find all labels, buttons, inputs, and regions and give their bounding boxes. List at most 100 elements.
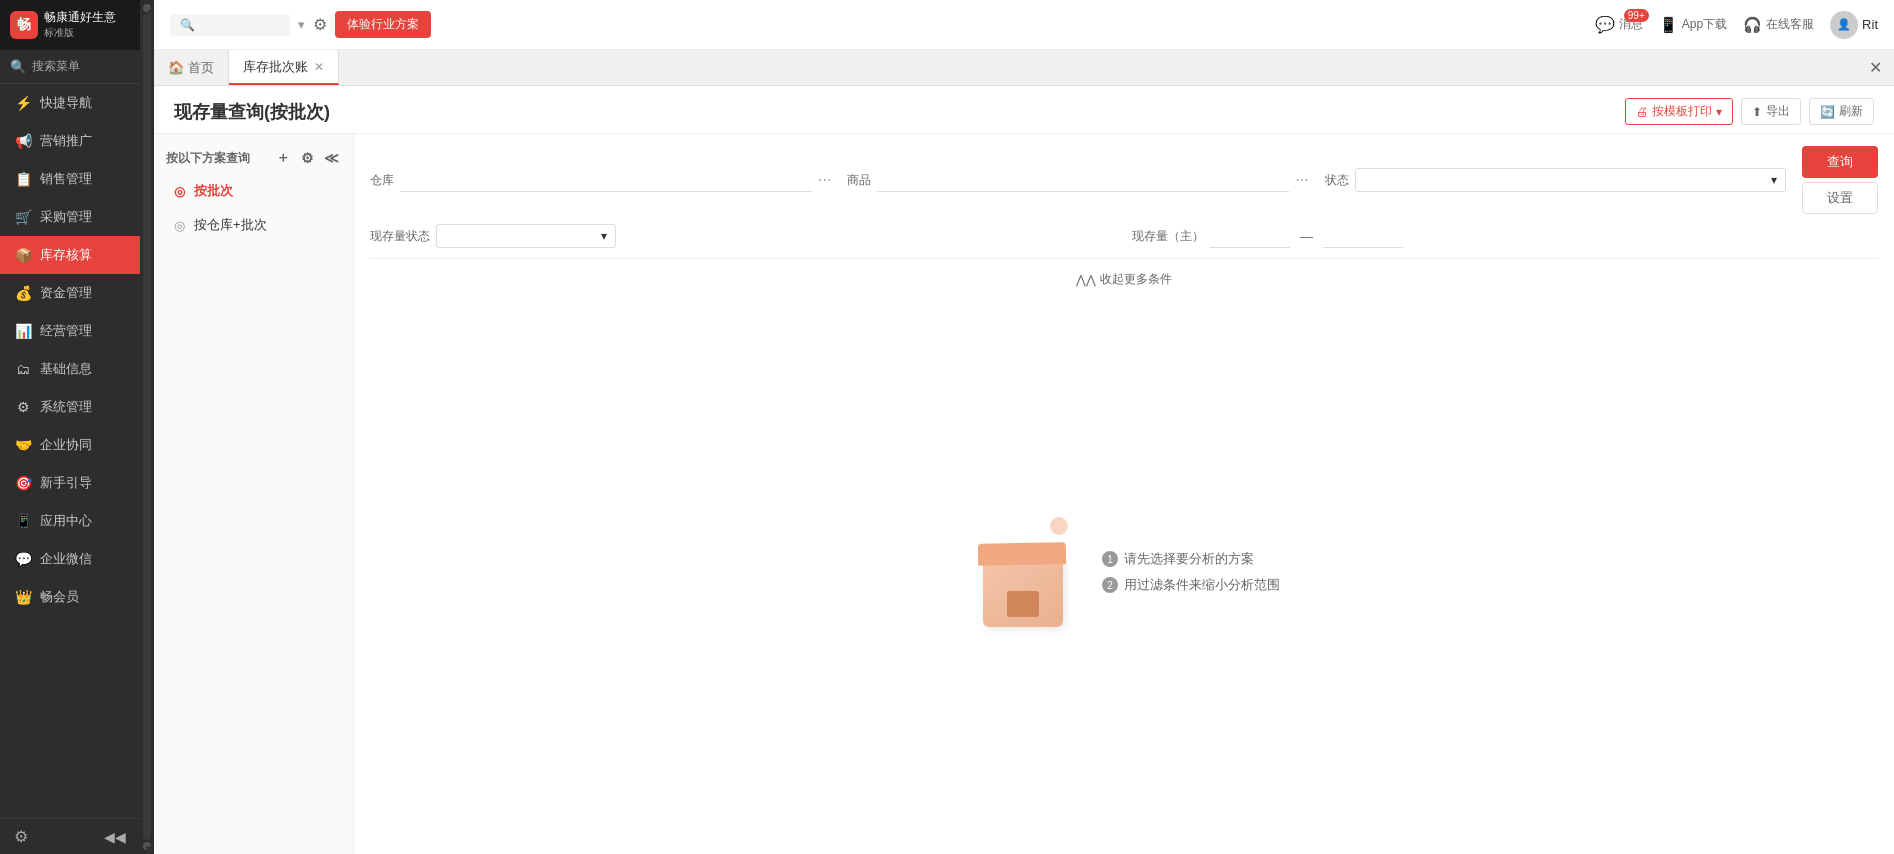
sidebar-item-label: 营销推广	[40, 132, 92, 150]
collapse-row: ⋀⋀ 收起更多条件	[370, 258, 1878, 294]
topbar-search[interactable]: 🔍	[170, 14, 290, 36]
collapse-label: 收起更多条件	[1100, 271, 1172, 288]
panel-item-by-warehouse-batch[interactable]: ◎ 按仓库+批次	[154, 208, 353, 242]
messages-btn[interactable]: 💬 消息 99+	[1595, 15, 1643, 34]
sidebar-item-qiyeweixin[interactable]: 💬 企业微信	[0, 540, 140, 578]
sidebar-item-yingyong[interactable]: 📱 应用中心	[0, 502, 140, 540]
qiye-icon: 🤝	[14, 436, 32, 454]
sidebar-scrollbar[interactable]: ▲ ▼	[140, 0, 154, 854]
goods-input[interactable]	[877, 169, 1289, 192]
kucun-icon: 📦	[14, 246, 32, 264]
hint-num-2: 2	[1102, 577, 1118, 593]
sidebar-item-label: 企业协同	[40, 436, 92, 454]
sidebar-item-jichu[interactable]: 🗂 基础信息	[0, 350, 140, 388]
sidebar-item-xiaoshou[interactable]: 📋 销售管理	[0, 160, 140, 198]
refresh-btn[interactable]: 🔄 刷新	[1809, 98, 1874, 125]
app-logo: 畅	[10, 11, 38, 39]
tab-close-icon[interactable]: ✕	[314, 60, 324, 74]
collapse-btn[interactable]: ⋀⋀ 收起更多条件	[370, 265, 1878, 294]
topbar-left: 🔍 ▾ ⚙ 体验行业方案	[170, 11, 1585, 38]
user-avatar: 👤	[1830, 11, 1858, 39]
sidebar-item-xitong[interactable]: ⚙ 系统管理	[0, 388, 140, 426]
panel-header-label: 按以下方案查询	[166, 150, 250, 167]
tabs-close-all-btn[interactable]: ✕	[1857, 58, 1894, 77]
goods-dots[interactable]: ···	[1295, 171, 1308, 189]
sidebar-header: 畅 畅康通好生意 标准版	[0, 0, 140, 50]
filter-row-1: 仓库 ··· 商品 ··· 状态 ▾	[370, 146, 1878, 214]
warehouse-batch-icon: ◎	[170, 216, 188, 234]
page-title: 现存量查询(按批次)	[174, 100, 330, 124]
settings-icon[interactable]: ⚙	[14, 827, 28, 846]
query-btn[interactable]: 查询	[1802, 146, 1878, 178]
sidebar-nav: ⚡ 快捷导航 📢 营销推广 📋 销售管理 🛒 采购管理 📦 库存核算 💰 资金管…	[0, 84, 140, 818]
app-download-btn[interactable]: 📱 App下载	[1659, 16, 1727, 34]
sidebar-item-jingying[interactable]: 📊 经营管理	[0, 312, 140, 350]
app-version: 标准版	[44, 26, 116, 40]
sidebar: 畅 畅康通好生意 标准版 🔍 搜索菜单 ⚡ 快捷导航 📢 营销推广 📋 销售管理…	[0, 0, 140, 854]
warehouse-dots[interactable]: ···	[818, 171, 831, 189]
inventory-status-select[interactable]: ▾	[436, 224, 616, 248]
settings-scheme-btn[interactable]: ⚙	[297, 148, 317, 168]
collapse-panel-btn[interactable]: ≪	[321, 148, 341, 168]
jichu-icon: 🗂	[14, 360, 32, 378]
empty-illustration	[968, 517, 1078, 627]
add-scheme-btn[interactable]: ＋	[273, 148, 293, 168]
yingxiao-icon: 📢	[14, 132, 32, 150]
empty-hint-2: 2 用过滤条件来缩小分析范围	[1102, 576, 1280, 594]
export-btn[interactable]: ⬆ 导出	[1741, 98, 1801, 125]
sidebar-item-qiye[interactable]: 🤝 企业协同	[0, 426, 140, 464]
scroll-up-btn[interactable]: ▲	[143, 4, 151, 12]
print-label: 按模板打印	[1652, 103, 1712, 120]
sidebar-item-caigou[interactable]: 🛒 采购管理	[0, 198, 140, 236]
tab-home[interactable]: 🏠 首页	[154, 50, 229, 85]
app-name: 畅康通好生意	[44, 10, 116, 26]
sidebar-item-kuaijie[interactable]: ⚡ 快捷导航	[0, 84, 140, 122]
sidebar-search[interactable]: 🔍 搜索菜单	[0, 50, 140, 84]
user-menu[interactable]: 👤 Rit	[1830, 11, 1878, 39]
app-info: 畅康通好生意 标准版	[44, 10, 116, 40]
topbar: 🔍 ▾ ⚙ 体验行业方案 💬 消息 99+ 📱 App下载 🎧 在线客服	[154, 0, 1894, 50]
sidebar-item-zijin[interactable]: 💰 资金管理	[0, 274, 140, 312]
panel-item-label: 按仓库+批次	[194, 216, 267, 234]
refresh-label: 刷新	[1839, 103, 1863, 120]
panel-item-by-batch[interactable]: ◎ 按批次	[154, 174, 353, 208]
search-icon: 🔍	[180, 18, 195, 32]
print-btn[interactable]: 🖨 按模板打印 ▾	[1625, 98, 1733, 125]
inventory-status-label: 现存量状态	[370, 228, 430, 245]
empty-state: 1 请先选择要分析的方案 2 用过滤条件来缩小分析范围	[370, 302, 1878, 842]
jingying-icon: 📊	[14, 322, 32, 340]
left-panel: 按以下方案查询 ＋ ⚙ ≪ ◎ 按批次 ◎ 按仓库+批次	[154, 134, 354, 854]
qiyeweixin-icon: 💬	[14, 550, 32, 568]
hint-text-2: 用过滤条件来缩小分析范围	[1124, 576, 1280, 594]
xitong-icon: ⚙	[14, 398, 32, 416]
sidebar-item-label: 销售管理	[40, 170, 92, 188]
inventory-main-to[interactable]	[1323, 225, 1403, 248]
sidebar-item-label: 企业微信	[40, 550, 92, 568]
scroll-down-btn[interactable]: ▼	[143, 842, 151, 850]
sidebar-item-changhui[interactable]: 👑 畅会员	[0, 578, 140, 616]
tab-label: 库存批次账	[243, 58, 308, 76]
sidebar-item-yingxiao[interactable]: 📢 营销推广	[0, 122, 140, 160]
xinshou-icon: 🎯	[14, 474, 32, 492]
sidebar-item-label: 库存核算	[40, 246, 92, 264]
user-name: Rit	[1862, 17, 1878, 32]
warehouse-input[interactable]	[400, 169, 812, 192]
tab-kucun-pizhizhang[interactable]: 库存批次账 ✕	[229, 50, 339, 85]
settings-gear-icon[interactable]: ⚙	[313, 15, 327, 34]
sidebar-item-label: 资金管理	[40, 284, 92, 302]
warehouse-label: 仓库	[370, 172, 394, 189]
inventory-main-from[interactable]	[1210, 225, 1290, 248]
sidebar-item-xinshou[interactable]: 🎯 新手引导	[0, 464, 140, 502]
online-service-btn[interactable]: 🎧 在线客服	[1743, 16, 1814, 34]
status-select[interactable]: ▾	[1355, 168, 1786, 192]
empty-hints: 1 请先选择要分析的方案 2 用过滤条件来缩小分析范围	[1102, 550, 1280, 594]
experience-btn[interactable]: 体验行业方案	[335, 11, 431, 38]
search-icon: 🔍	[10, 59, 26, 74]
caigou-icon: 🛒	[14, 208, 32, 226]
collapse-icon[interactable]: ◀◀	[104, 829, 126, 845]
xiaoshou-icon: 📋	[14, 170, 32, 188]
sidebar-item-kucun[interactable]: 📦 库存核算	[0, 236, 140, 274]
settings-btn[interactable]: 设置	[1802, 182, 1878, 214]
dropdown-icon[interactable]: ▾	[298, 17, 305, 32]
filter-status: 状态 ▾	[1325, 168, 1786, 192]
